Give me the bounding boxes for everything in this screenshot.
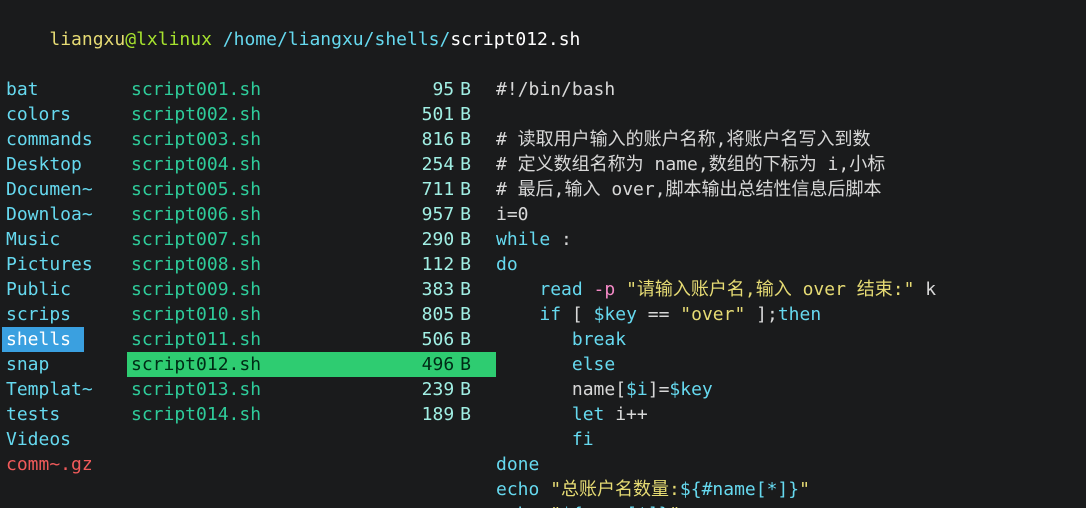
size-column: 95B 501B 816B 254B 711B 957B 290B 112B 3… [286,77,496,427]
code-line: echo "${name[*]}" [496,502,1080,508]
code-line: echo "总账户名数量:${#name[*]}" [496,477,1080,502]
code-line: let i++ [496,402,1080,427]
file-size: 254B [286,152,496,177]
code-line: #!/bin/bash [496,77,1080,102]
dir-item[interactable]: colors [6,102,131,127]
code-line: i=0 [496,202,1080,227]
file-size: 816B [286,127,496,152]
code-line: do [496,252,1080,277]
prompt-line: liangxu@lxlinux /home/liangxu/shells/scr… [6,2,1080,77]
file-item-selected[interactable]: script012.sh [131,352,286,377]
dir-item[interactable]: Downloa~ [6,202,131,227]
file-size: 112B [286,252,496,277]
file-size: 711B [286,177,496,202]
code-line: # 最后,输入 over,脚本输出总结性信息后脚本 [496,177,1080,202]
file-item[interactable]: script007.sh [131,227,286,252]
terminal-screen: liangxu@lxlinux /home/liangxu/shells/scr… [0,0,1086,508]
code-line: # 定义数组名称为 name,数组的下标为 i,小标 [496,152,1080,177]
file-item[interactable]: script003.sh [131,127,286,152]
prompt-sep [212,29,223,50]
file-manager-columns: bat colors commands Desktop Documen~ Dow… [6,77,1080,508]
dir-item[interactable]: Documen~ [6,177,131,202]
file-size: 95B [286,77,496,102]
file-item[interactable]: script013.sh [131,377,286,402]
code-line: read -p "请输入账户名,输入 over 结束:" k [496,277,1080,302]
prompt-host: lxlinux [136,29,212,50]
file-size-selected: 496B [286,352,496,377]
dir-item[interactable]: Templat~ [6,377,131,402]
dir-item[interactable]: snap [6,352,131,377]
file-item[interactable]: script014.sh [131,402,286,427]
file-size: 506B [286,327,496,352]
dir-item[interactable]: comm~.gz [6,452,131,477]
code-line: done [496,452,1080,477]
file-item[interactable]: script002.sh [131,102,286,127]
file-size: 383B [286,277,496,302]
file-size: 805B [286,302,496,327]
dir-item[interactable]: Videos [6,427,131,452]
file-item[interactable]: script010.sh [131,302,286,327]
code-line: fi [496,427,1080,452]
code-line: break [496,327,1080,352]
code-line: # 读取用户输入的账户名称,将账户名写入到数 [496,127,1080,152]
prompt-at: @ [125,29,136,50]
directory-column[interactable]: bat colors commands Desktop Documen~ Dow… [6,77,131,477]
file-item[interactable]: script008.sh [131,252,286,277]
file-column[interactable]: script001.sh script002.sh script003.sh s… [131,77,286,427]
file-size: 957B [286,202,496,227]
code-line: while : [496,227,1080,252]
file-size: 239B [286,377,496,402]
prompt-path: /home/liangxu/shells/ [223,29,451,50]
preview-column[interactable]: #!/bin/bash # 读取用户输入的账户名称,将账户名写入到数 # 定义数… [496,77,1080,508]
dir-item[interactable]: Desktop [6,152,131,177]
dir-item[interactable]: Pictures [6,252,131,277]
file-item[interactable]: script005.sh [131,177,286,202]
dir-item[interactable]: Music [6,227,131,252]
prompt-filename: script012.sh [450,29,580,50]
prompt-user: liangxu [49,29,125,50]
file-item[interactable]: script001.sh [131,77,286,102]
file-size: 189B [286,402,496,427]
dir-item[interactable]: bat [6,77,131,102]
code-line: name[$i]=$key [496,377,1080,402]
code-line: else [496,352,1080,377]
dir-item[interactable]: commands [6,127,131,152]
file-item[interactable]: script006.sh [131,202,286,227]
dir-item[interactable]: scrips [6,302,131,327]
file-item[interactable]: script011.sh [131,327,286,352]
file-size: 290B [286,227,496,252]
file-item[interactable]: script009.sh [131,277,286,302]
dir-item[interactable]: Public [6,277,131,302]
dir-item-selected[interactable]: shells [6,327,131,352]
file-size: 501B [286,102,496,127]
file-item[interactable]: script004.sh [131,152,286,177]
code-line: if [ $key == "over" ];then [496,302,1080,327]
code-line [496,102,1080,127]
dir-item[interactable]: tests [6,402,131,427]
